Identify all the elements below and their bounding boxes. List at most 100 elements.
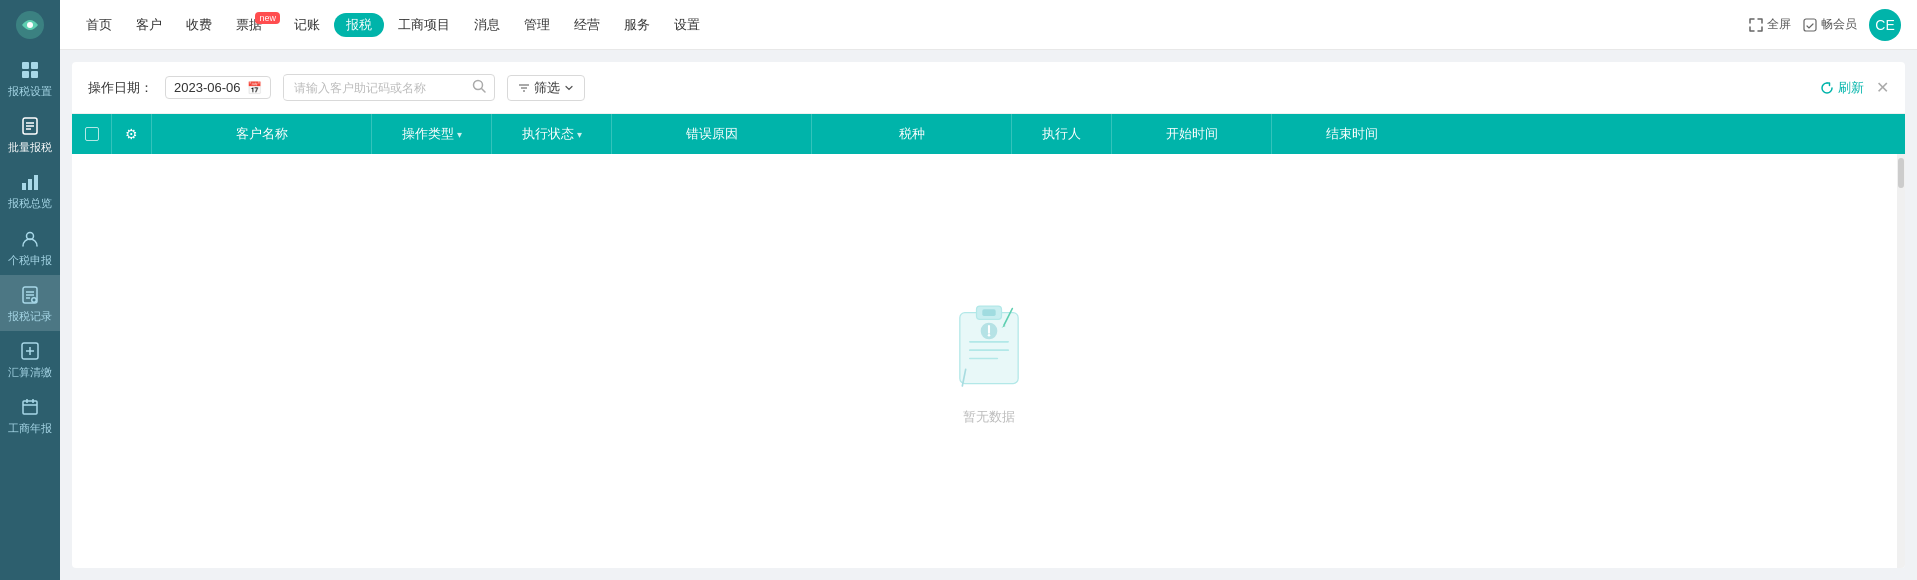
nav-fuwu[interactable]: 服务: [614, 12, 660, 38]
empty-illustration: [939, 296, 1039, 396]
nav-xiaoxi[interactable]: 消息: [464, 12, 510, 38]
th-kehu-mingcheng: 客户名称: [152, 114, 372, 154]
svg-rect-28: [1804, 19, 1816, 31]
sidebar-item-label: 报税设置: [8, 85, 52, 98]
filter-label: 筛选: [534, 79, 560, 97]
th-zhixing-label: 执行状态: [522, 125, 574, 143]
refresh-button[interactable]: 刷新: [1820, 79, 1864, 97]
empty-text: 暂无数据: [963, 408, 1015, 426]
nav-piaoju[interactable]: 票据 new: [226, 12, 280, 38]
svg-rect-4: [22, 71, 29, 78]
nav-gongshang-xiangmu[interactable]: 工商项目: [388, 12, 460, 38]
search-input[interactable]: [284, 76, 464, 99]
member-label: 畅会员: [1821, 16, 1857, 33]
nav-jingying[interactable]: 经营: [564, 12, 610, 38]
svg-point-1: [27, 22, 33, 28]
th-cuowu-yuanyin: 错误原因: [612, 114, 812, 154]
svg-point-42: [987, 334, 990, 337]
nav-shoufu[interactable]: 收费: [176, 12, 222, 38]
nav-kehu[interactable]: 客户: [126, 12, 172, 38]
select-all-checkbox[interactable]: [85, 127, 99, 141]
sidebar-item-label: 个税申报: [8, 254, 52, 267]
sidebar-item-huisuan-jiaona[interactable]: 汇算清缴: [0, 331, 60, 387]
search-box: [283, 74, 495, 101]
nav-zhangji[interactable]: 记账: [284, 12, 330, 38]
filter-icon: [518, 82, 530, 94]
svg-line-30: [481, 89, 485, 93]
sidebar-item-baoshui-jilu[interactable]: 报税记录: [0, 275, 60, 331]
th-settings[interactable]: ⚙: [112, 114, 152, 154]
topnav: 首页 客户 收费 票据 new 记账 报税 工商项目 消息 管理 经营: [60, 0, 1917, 50]
date-label: 操作日期：: [88, 79, 153, 97]
date-picker[interactable]: 2023-06-06 📅: [165, 76, 271, 99]
search-button[interactable]: [464, 75, 494, 100]
scroll-track[interactable]: [1897, 154, 1905, 568]
sidebar-item-label: 报税总览: [8, 197, 52, 210]
nav-shezhi[interactable]: 设置: [664, 12, 710, 38]
piliang-baoshui-icon: [18, 114, 42, 138]
th-kehu-label: 客户名称: [236, 125, 288, 143]
th-zhixingren-label: 执行人: [1042, 125, 1081, 143]
svg-rect-12: [34, 175, 38, 190]
th-zhixing-zhuangtai[interactable]: 执行状态 ▾: [492, 114, 612, 154]
chevron-down-icon: [564, 83, 574, 93]
table-header: ⚙ 客户名称 操作类型 ▾ 执行状态 ▾ 错误原因 税种: [72, 114, 1905, 154]
sidebar-item-baoshui-zonlan[interactable]: 报税总览: [0, 162, 60, 218]
main-area: 首页 客户 收费 票据 new 记账 报税 工商项目 消息 管理 经营: [60, 0, 1917, 580]
calendar-icon: 📅: [247, 81, 262, 95]
th-jieshu-shijian: 结束时间: [1272, 114, 1432, 154]
sidebar-item-gongshang-nianbao[interactable]: 工商年报: [0, 387, 60, 443]
th-shuizhong: 税种: [812, 114, 1012, 154]
table-card: 操作日期： 2023-06-06 📅: [72, 62, 1905, 568]
svg-rect-36: [982, 309, 995, 316]
empty-state: 暂无数据: [939, 296, 1039, 426]
th-kaishi-label: 开始时间: [1166, 125, 1218, 143]
app-logo: [0, 0, 60, 50]
th-caozuo-label: 操作类型: [402, 125, 454, 143]
baoshui-zonlan-icon: [18, 170, 42, 194]
fullscreen-button[interactable]: 全屏: [1749, 16, 1791, 33]
baoshui-shezhi-icon: [18, 58, 42, 82]
member-icon: [1803, 18, 1817, 32]
sidebar-item-label: 汇算清缴: [8, 366, 52, 379]
sidebar-item-baoshui-shezhi[interactable]: 报税设置: [0, 50, 60, 106]
column-settings-icon[interactable]: ⚙: [125, 126, 138, 142]
baoshui-jilu-icon: [18, 283, 42, 307]
toolbar-right: 刷新 ✕: [1820, 78, 1889, 97]
avatar[interactable]: CE: [1869, 9, 1901, 41]
geshui-shenbao-icon: [18, 227, 42, 251]
nav-baoshui[interactable]: 报税: [334, 13, 384, 37]
th-shuizhong-label: 税种: [899, 125, 925, 143]
huisuan-jiaona-icon: [18, 339, 42, 363]
svg-rect-24: [23, 401, 37, 414]
svg-rect-3: [31, 62, 38, 69]
nav-guanli[interactable]: 管理: [514, 12, 560, 38]
th-caozuo-leixing[interactable]: 操作类型 ▾: [372, 114, 492, 154]
toolbar: 操作日期： 2023-06-06 📅: [72, 62, 1905, 114]
sort-caozuo-icon: ▾: [457, 129, 462, 140]
content-area: 操作日期： 2023-06-06 📅: [60, 50, 1917, 580]
scroll-thumb[interactable]: [1898, 158, 1904, 188]
piaoju-badge: new: [255, 12, 280, 24]
th-kaishi-shijian: 开始时间: [1112, 114, 1272, 154]
gongshang-nianbao-icon: [18, 395, 42, 419]
sidebar-item-label: 工商年报: [8, 422, 52, 435]
close-button[interactable]: ✕: [1876, 78, 1889, 97]
sidebar: 报税设置 批量报税 报税总览: [0, 0, 60, 580]
svg-rect-10: [22, 183, 26, 190]
member-button[interactable]: 畅会员: [1803, 16, 1857, 33]
sidebar-item-label: 报税记录: [8, 310, 52, 323]
filter-button[interactable]: 筛选: [507, 75, 585, 101]
sidebar-item-label: 批量报税: [8, 141, 52, 154]
svg-rect-11: [28, 179, 32, 190]
nav-home[interactable]: 首页: [76, 12, 122, 38]
sidebar-item-piliang-baoshui[interactable]: 批量报税: [0, 106, 60, 162]
search-icon: [472, 79, 486, 93]
fullscreen-icon: [1749, 18, 1763, 32]
date-value: 2023-06-06: [174, 80, 241, 95]
table-body: 暂无数据: [72, 154, 1905, 568]
svg-rect-5: [31, 71, 38, 78]
sidebar-item-geshui-shenbao[interactable]: 个税申报: [0, 219, 60, 275]
th-checkbox[interactable]: [72, 114, 112, 154]
th-jieshu-label: 结束时间: [1326, 125, 1378, 143]
